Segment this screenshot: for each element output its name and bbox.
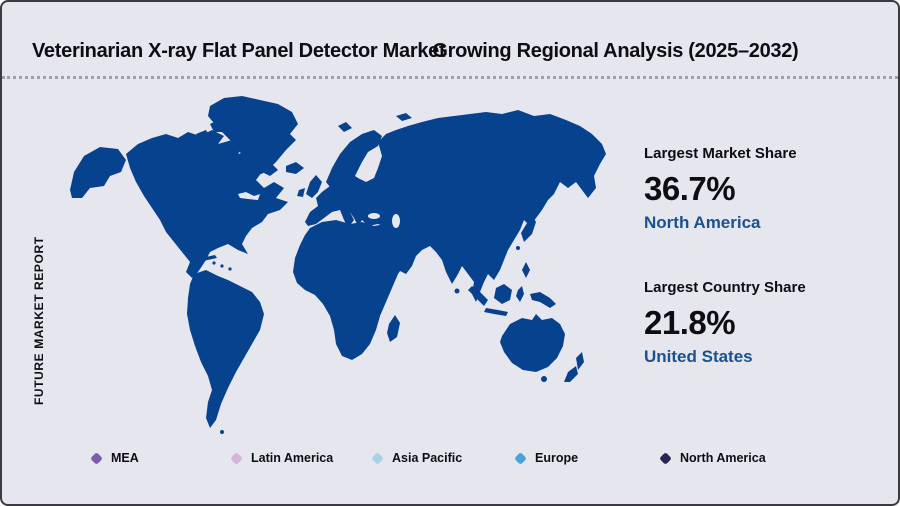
world-map-svg xyxy=(70,96,606,434)
legend-item-latin-america: Latin America xyxy=(230,448,334,468)
legend-label: MEA xyxy=(111,451,139,465)
legend-label: Europe xyxy=(535,451,579,465)
legend-item-mea: MEA xyxy=(90,448,139,468)
legend-label: Latin America xyxy=(251,451,334,465)
world-map-landmass xyxy=(70,96,606,434)
stat-largest-country-share: Largest Country Share 21.8% United State… xyxy=(644,279,894,367)
legend-dot-asia-pacific xyxy=(371,451,384,465)
stat-region: North America xyxy=(644,213,761,232)
stat-value: 21.8% xyxy=(644,304,736,341)
stat-label: Largest Country Share xyxy=(644,279,806,296)
dotted-separator xyxy=(2,76,898,79)
infographic-frame: Veterinarian X-ray Flat Panel Detector M… xyxy=(0,0,900,506)
legend-item-europe: Europe xyxy=(514,448,579,468)
legend-dot-mea xyxy=(90,451,103,465)
legend-item-north-america: North America xyxy=(659,448,766,468)
legend-dot-north-america xyxy=(659,451,672,465)
stats-panel: Largest Market Share 36.7% North America… xyxy=(644,145,894,413)
page-title-part1: Veterinarian X-ray Flat Panel Detector M… xyxy=(32,40,446,62)
page-title-part2: Growing Regional Analysis (2025–2032) xyxy=(432,40,799,62)
legend-label: Asia Pacific xyxy=(392,451,463,465)
legend: MEA Latin America Asia Pacific Europe No… xyxy=(2,448,898,472)
page-title: Veterinarian X-ray Flat Panel Detector M… xyxy=(32,40,886,70)
world-map xyxy=(60,90,640,440)
stat-largest-market-share: Largest Market Share 36.7% North America xyxy=(644,145,894,233)
legend-dot-europe xyxy=(514,451,527,465)
stat-region: United States xyxy=(644,347,753,366)
legend-item-asia-pacific: Asia Pacific xyxy=(371,448,463,468)
stat-value: 36.7% xyxy=(644,170,736,207)
legend-label: North America xyxy=(680,451,766,465)
brand-vertical-text: FUTURE MARKET REPORT xyxy=(32,236,46,406)
legend-dot-latin-america xyxy=(230,451,243,465)
stat-label: Largest Market Share xyxy=(644,145,797,162)
